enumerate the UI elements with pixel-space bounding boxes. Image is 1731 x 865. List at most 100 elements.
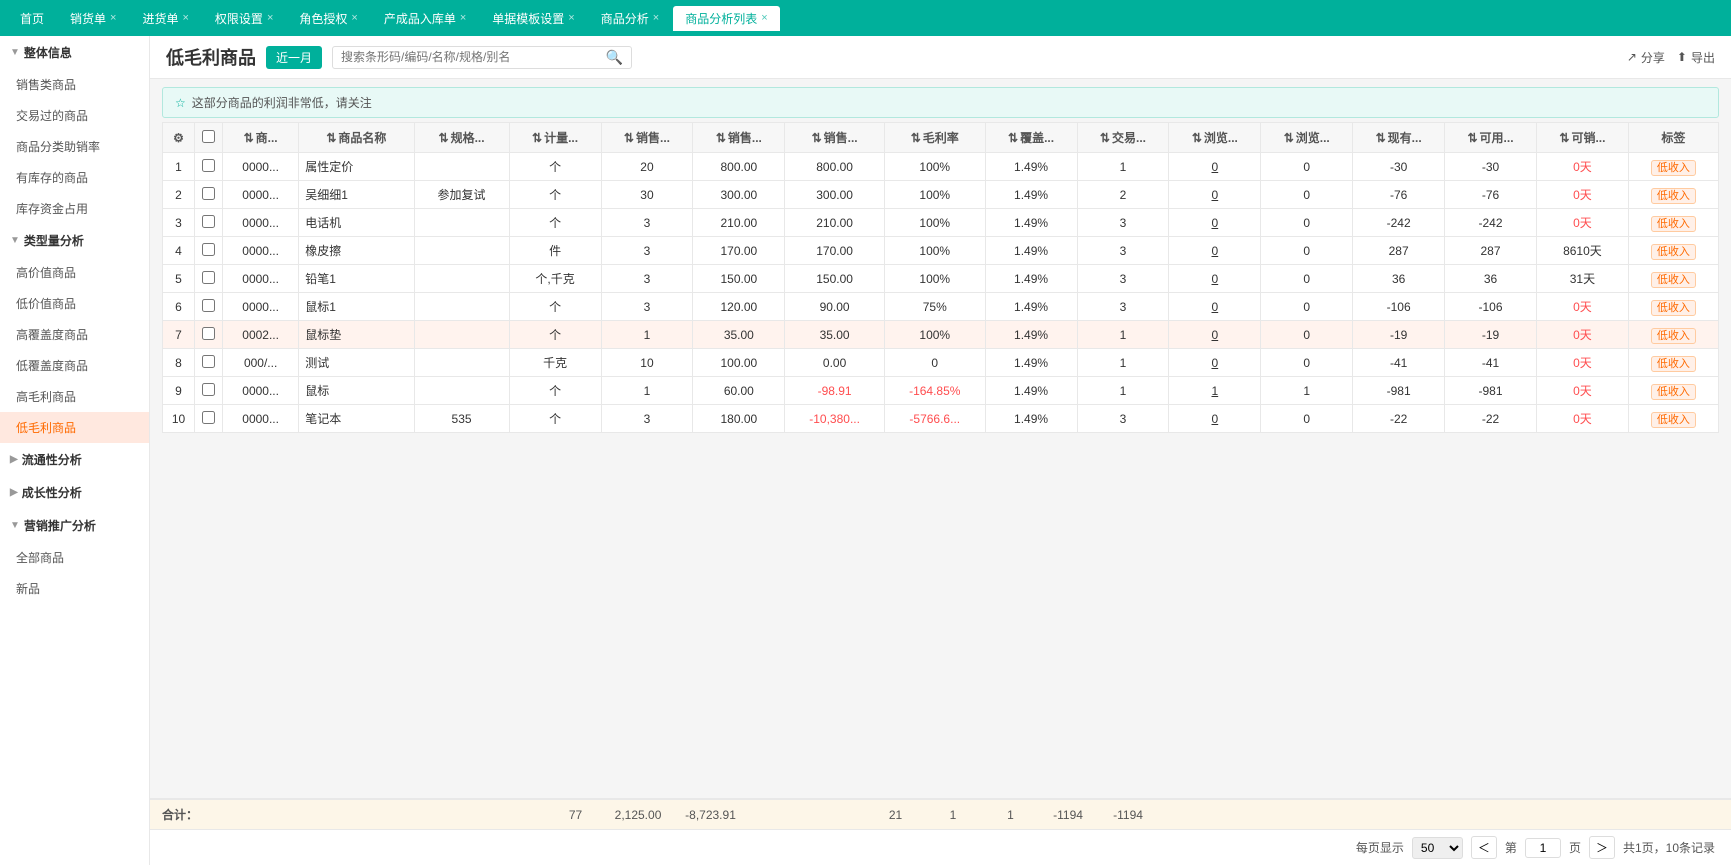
row-checkbox[interactable] [195,405,223,433]
sidebar-item-high-value[interactable]: 高价值商品 [0,257,149,288]
col-browse1[interactable]: ⇅浏览... [1169,123,1261,153]
row-browse1[interactable]: 0 [1169,321,1261,349]
sidebar-item-high-coverage[interactable]: 高覆盖度商品 [0,319,149,350]
sidebar-item-sales-goods[interactable]: 销售类商品 [0,69,149,100]
row-select-checkbox[interactable] [202,215,215,228]
date-filter-button[interactable]: 近一月 [266,46,322,69]
row-name[interactable]: 电话机 [299,209,414,237]
nav-purchase[interactable]: 进货单× [130,6,200,31]
row-tag[interactable]: 低收入 [1628,293,1718,321]
row-name[interactable]: 笔记本 [299,405,414,433]
row-browse1[interactable]: 0 [1169,293,1261,321]
nav-template[interactable]: 单据模板设置× [480,6,586,31]
row-tag[interactable]: 低收入 [1628,265,1718,293]
sidebar-item-new-goods[interactable]: 新品 [0,573,149,604]
row-name[interactable]: 铅笔1 [299,265,414,293]
row-checkbox[interactable] [195,293,223,321]
row-tag[interactable]: 低收入 [1628,349,1718,377]
col-saleable[interactable]: ⇅可销... [1536,123,1628,153]
row-select-checkbox[interactable] [202,243,215,256]
row-select-checkbox[interactable] [202,355,215,368]
row-tag[interactable]: 低收入 [1628,237,1718,265]
sidebar-section-growth[interactable]: ▶ 成长性分析 [0,476,149,509]
row-tag[interactable]: 低收入 [1628,209,1718,237]
share-button[interactable]: ↗ 分享 [1627,49,1665,66]
col-unit[interactable]: ⇅计量... [509,123,601,153]
row-browse1[interactable]: 0 [1169,153,1261,181]
col-spec[interactable]: ⇅规格... [414,123,509,153]
col-checkbox[interactable] [195,123,223,153]
row-checkbox[interactable] [195,181,223,209]
sidebar-item-low-value[interactable]: 低价值商品 [0,288,149,319]
col-sale-profit[interactable]: ⇅销售... [785,123,885,153]
row-select-checkbox[interactable] [202,271,215,284]
row-browse1[interactable]: 0 [1169,181,1261,209]
row-select-checkbox[interactable] [202,159,215,172]
table-wrapper[interactable]: ⚙ ⇅商... ⇅商品名称 ⇅规格... ⇅计量... ⇅销售... ⇅销售..… [150,122,1731,798]
nav-permission-close[interactable]: × [267,12,273,24]
row-name[interactable]: 吴细细1 [299,181,414,209]
row-name[interactable]: 鼠标垫 [299,321,414,349]
row-checkbox[interactable] [195,153,223,181]
nav-product-close[interactable]: × [460,12,466,24]
search-input[interactable] [341,50,606,64]
nav-sales[interactable]: 销货单× [58,6,128,31]
nav-goods-list-close[interactable]: × [761,12,767,24]
row-select-checkbox[interactable] [202,327,215,340]
sidebar-item-category-rate[interactable]: 商品分类助销率 [0,131,149,162]
row-name[interactable]: 鼠标1 [299,293,414,321]
sidebar-item-high-margin[interactable]: 高毛利商品 [0,381,149,412]
row-checkbox[interactable] [195,349,223,377]
select-all-checkbox[interactable] [202,130,215,143]
col-code[interactable]: ⇅商... [223,123,299,153]
sidebar-item-stock-goods[interactable]: 有库存的商品 [0,162,149,193]
sidebar-section-marketing[interactable]: ▼ 营销推广分析 [0,509,149,542]
row-browse1[interactable]: 1 [1169,377,1261,405]
sidebar-section-flow[interactable]: ▶ 流通性分析 [0,443,149,476]
export-button[interactable]: ⬆ 导出 [1677,49,1715,66]
sidebar-section-type-analysis[interactable]: ▼ 类型量分析 [0,224,149,257]
col-cover-rate[interactable]: ⇅覆盖... [985,123,1077,153]
page-number-input[interactable] [1525,838,1561,858]
nav-purchase-close[interactable]: × [182,12,188,24]
row-name[interactable]: 属性定价 [299,153,414,181]
col-sale-pcs[interactable]: ⇅销售... [601,123,693,153]
nav-template-close[interactable]: × [568,12,574,24]
row-checkbox[interactable] [195,265,223,293]
prev-page-button[interactable]: ＜ [1471,836,1497,859]
row-tag[interactable]: 低收入 [1628,377,1718,405]
nav-sales-close[interactable]: × [110,12,116,24]
row-name[interactable]: 鼠标 [299,377,414,405]
nav-product-in[interactable]: 产成品入库单× [372,6,478,31]
search-icon[interactable]: 🔍 [606,49,623,66]
nav-role-close[interactable]: × [351,12,357,24]
nav-permission[interactable]: 权限设置× [203,6,285,31]
row-tag[interactable]: 低收入 [1628,321,1718,349]
nav-goods-analysis-close[interactable]: × [653,12,659,24]
row-checkbox[interactable] [195,209,223,237]
row-browse1[interactable]: 0 [1169,237,1261,265]
row-checkbox[interactable] [195,321,223,349]
col-stock[interactable]: ⇅现有... [1353,123,1445,153]
row-select-checkbox[interactable] [202,383,215,396]
nav-goods-analysis-list[interactable]: 商品分析列表× [673,6,779,31]
col-gross-rate[interactable]: ⇅毛利率 [884,123,985,153]
row-tag[interactable]: 低收入 [1628,153,1718,181]
row-tag[interactable]: 低收入 [1628,181,1718,209]
settings-icon[interactable]: ⚙ [173,131,184,145]
col-tag[interactable]: 标签 [1628,123,1718,153]
col-settings[interactable]: ⚙ [163,123,195,153]
row-tag[interactable]: 低收入 [1628,405,1718,433]
sidebar-item-capital[interactable]: 库存资金占用 [0,193,149,224]
row-browse1[interactable]: 0 [1169,209,1261,237]
row-checkbox[interactable] [195,237,223,265]
col-available[interactable]: ⇅可用... [1445,123,1537,153]
page-size-select[interactable]: 50 100 200 [1412,837,1463,859]
row-browse1[interactable]: 0 [1169,349,1261,377]
sidebar-section-overall[interactable]: ▼ 整体信息 [0,36,149,69]
row-name[interactable]: 测试 [299,349,414,377]
row-select-checkbox[interactable] [202,411,215,424]
next-page-button[interactable]: ＞ [1589,836,1615,859]
sidebar-item-low-coverage[interactable]: 低覆盖度商品 [0,350,149,381]
row-browse1[interactable]: 0 [1169,405,1261,433]
